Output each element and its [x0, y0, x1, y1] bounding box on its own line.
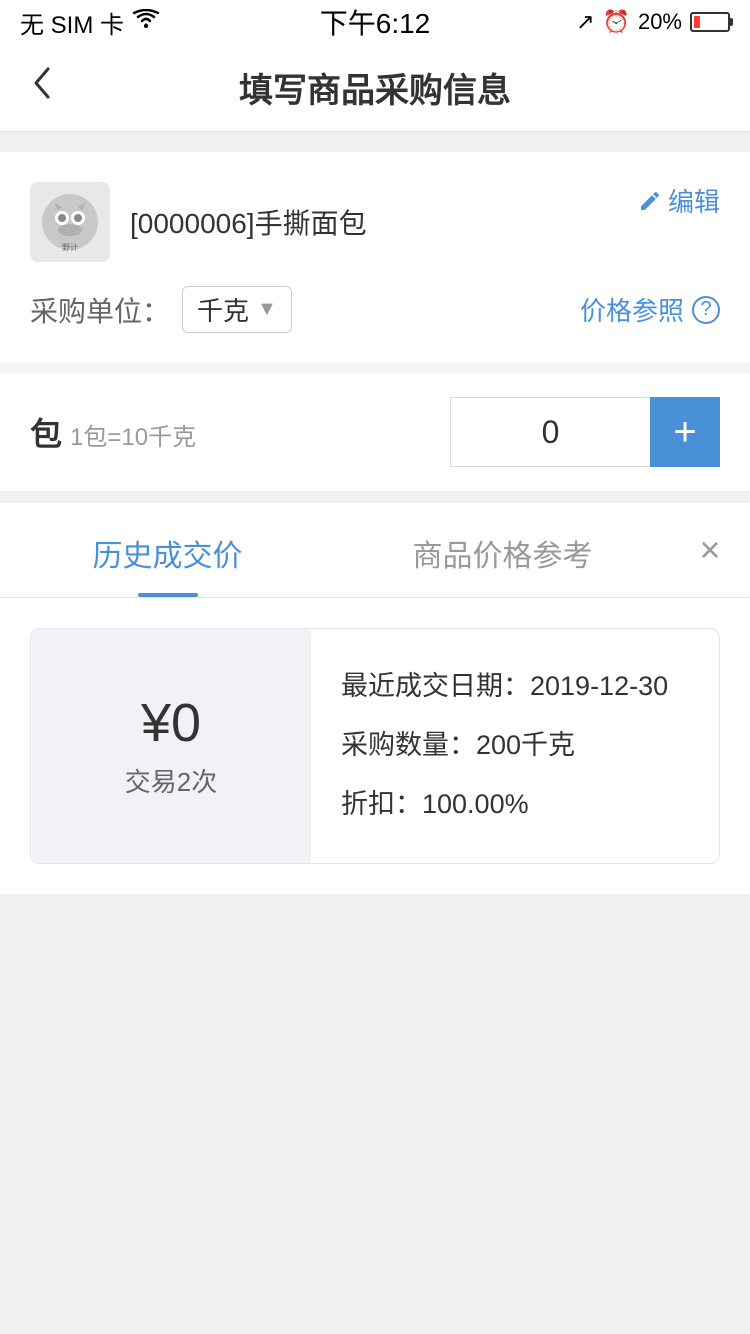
- status-right: ↗ ⏰ 20%: [576, 9, 730, 35]
- tab-history-price[interactable]: 历史成交价: [0, 503, 335, 597]
- carrier-label: 无 SIM 卡: [20, 5, 124, 40]
- price-ref-label: 价格参照: [580, 291, 684, 328]
- status-time: 下午6:12: [320, 2, 431, 42]
- product-card: 野计 [0000006]手撕面包 编辑 采购单位： 千克 ▼ 价格参照 ?: [0, 152, 750, 363]
- tabs-close-button[interactable]: ×: [670, 509, 750, 591]
- location-icon: ↗: [576, 9, 594, 35]
- status-bar: 无 SIM 卡 下午6:12 ↗ ⏰ 20%: [0, 0, 750, 44]
- history-details: 最近成交日期：2019-12-30 采购数量：200千克 折扣：100.00%: [311, 629, 719, 863]
- quantity-row: 包 1包=10千克 +: [0, 373, 750, 491]
- purchase-qty-row: 采购数量：200千克: [341, 724, 689, 767]
- wifi-icon: [132, 8, 160, 36]
- recent-date-label: 最近成交日期：: [341, 671, 530, 701]
- discount-label: 折扣：: [341, 789, 422, 819]
- price-value: 0: [171, 693, 201, 753]
- product-thumbnail: 野计: [30, 182, 110, 262]
- help-icon: ?: [692, 296, 720, 324]
- edit-label: 编辑: [668, 182, 720, 219]
- price-currency: ¥: [141, 693, 171, 753]
- tab-active-indicator: [138, 593, 198, 597]
- help-symbol: ?: [700, 298, 711, 321]
- nav-bar: 填写商品采购信息: [0, 44, 750, 132]
- product-name: [0000006]手撕面包: [130, 202, 367, 242]
- battery-percent: 20%: [638, 9, 682, 35]
- alarm-icon: ⏰: [603, 9, 630, 35]
- edit-button[interactable]: 编辑: [638, 182, 720, 219]
- history-price-display: ¥0: [141, 692, 201, 754]
- recent-date-value: 2019-12-30: [530, 671, 668, 701]
- unit-select[interactable]: 千克 ▼: [182, 286, 292, 333]
- back-button[interactable]: [30, 63, 90, 112]
- page-title: 填写商品采购信息: [239, 63, 511, 112]
- purchase-qty-value: 200千克: [476, 730, 575, 760]
- quantity-plus-button[interactable]: +: [650, 397, 720, 467]
- tab-history-label: 历史成交价: [93, 540, 243, 573]
- dropdown-arrow: ▼: [257, 298, 277, 321]
- purchase-unit-label: 采购单位：: [30, 290, 170, 330]
- recent-date-row: 最近成交日期：2019-12-30: [341, 665, 689, 708]
- svg-text:野计: 野计: [62, 242, 78, 252]
- unit-value: 千克: [197, 291, 249, 328]
- product-unit-row: 采购单位： 千克 ▼ 价格参照 ?: [30, 286, 720, 333]
- close-icon: ×: [699, 529, 720, 571]
- battery-icon: [690, 12, 730, 32]
- unit-conversion: 1包=10千克: [70, 417, 196, 452]
- discount-value: 100.00%: [422, 789, 529, 819]
- status-left: 无 SIM 卡: [20, 5, 160, 40]
- trade-count: 交易2次: [125, 762, 217, 799]
- tabs-header: 历史成交价 商品价格参考 ×: [0, 503, 750, 598]
- price-reference-button[interactable]: 价格参照 ?: [580, 291, 720, 328]
- history-card: ¥0 交易2次 最近成交日期：2019-12-30 采购数量：200千克 折扣：…: [30, 628, 720, 864]
- tabs-section: 历史成交价 商品价格参考 × ¥0 交易2次 最近成交日期：2019-12-30: [0, 503, 750, 894]
- product-left: 野计 [0000006]手撕面包: [30, 182, 367, 262]
- product-title: 手撕面包: [255, 208, 367, 239]
- purchase-qty-label: 采购数量：: [341, 730, 476, 760]
- tab-price-reference[interactable]: 商品价格参考: [335, 503, 670, 597]
- tab-reference-label: 商品价格参考: [413, 540, 593, 573]
- history-price-section: ¥0 交易2次: [31, 629, 311, 863]
- history-content: ¥0 交易2次 最近成交日期：2019-12-30 采购数量：200千克 折扣：…: [0, 598, 750, 894]
- section-separator: [0, 363, 750, 373]
- unit-big-label: 包: [30, 409, 62, 455]
- quantity-input[interactable]: [450, 397, 650, 467]
- discount-row: 折扣：100.00%: [341, 783, 689, 826]
- product-id: [0000006]: [130, 208, 255, 239]
- quantity-control: +: [450, 397, 720, 467]
- unit-info: 包 1包=10千克: [30, 409, 196, 455]
- product-header: 野计 [0000006]手撕面包 编辑: [30, 182, 720, 262]
